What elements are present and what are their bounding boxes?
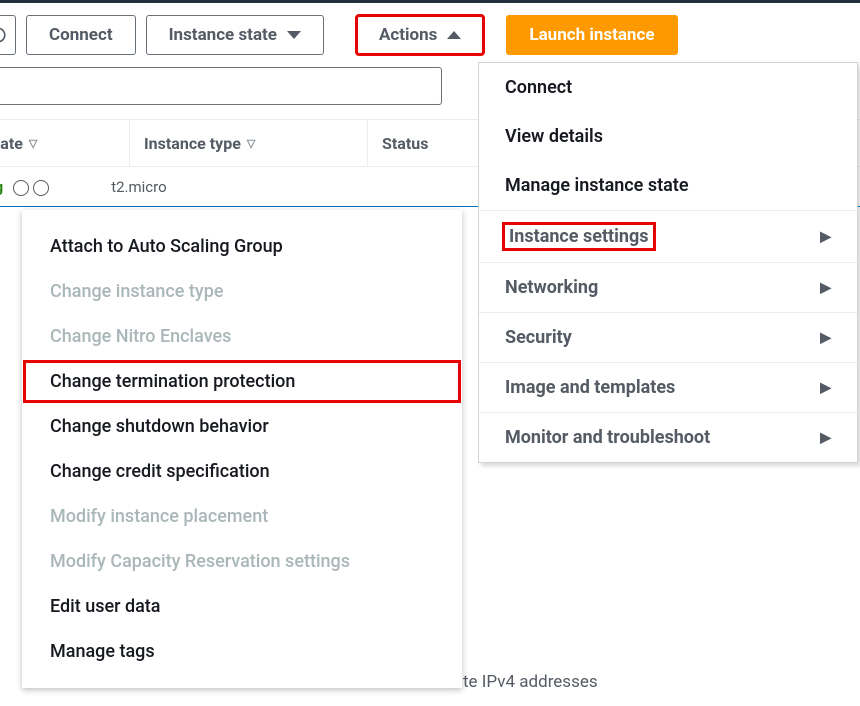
submenu-change-nitro: Change Nitro Enclaves (22, 314, 462, 359)
submenu-shutdown-behavior[interactable]: Change shutdown behavior (22, 404, 462, 449)
sort-icon: ▽ (29, 137, 37, 150)
connect-button[interactable]: Connect (26, 15, 136, 55)
status-circle-icon (33, 180, 49, 196)
menu-security[interactable]: Security▶ (479, 312, 857, 362)
actions-menu: Connect View details Manage instance sta… (478, 62, 858, 463)
col-instance-state[interactable]: e state ▽ (0, 120, 130, 166)
menu-instance-settings[interactable]: Instance settings▶ (479, 210, 857, 262)
toolbar: Connect Instance state Actions Launch in… (0, 3, 860, 67)
menu-view-details[interactable]: View details (479, 112, 857, 161)
submenu-edit-user-data[interactable]: Edit user data (22, 584, 462, 629)
submenu-termination-protection[interactable]: Change termination protection (22, 359, 462, 404)
chevron-right-icon: ▶ (820, 380, 831, 396)
ipv4-label: te IPv4 addresses (463, 672, 598, 692)
refresh-icon (0, 26, 7, 44)
menu-monitor[interactable]: Monitor and troubleshoot▶ (479, 412, 857, 462)
submenu-manage-tags[interactable]: Manage tags (22, 629, 462, 674)
search-input[interactable] (0, 67, 442, 105)
chevron-right-icon: ▶ (820, 430, 831, 446)
chevron-right-icon: ▶ (820, 280, 831, 296)
connect-label: Connect (49, 25, 113, 45)
state-cell: ning (0, 178, 3, 196)
submenu-credit-spec[interactable]: Change credit specification (22, 449, 462, 494)
col-instance-type[interactable]: Instance type ▽ (130, 120, 368, 166)
caret-down-icon (287, 31, 301, 39)
actions-label: Actions (379, 25, 437, 45)
submenu-instance-placement: Modify instance placement (22, 494, 462, 539)
launch-label: Launch instance (529, 25, 654, 45)
instance-settings-submenu: Attach to Auto Scaling Group Change inst… (22, 210, 462, 688)
launch-instances-button[interactable]: Launch instance (506, 15, 677, 55)
submenu-capacity-reservation: Modify Capacity Reservation settings (22, 539, 462, 584)
menu-image-templates[interactable]: Image and templates▶ (479, 362, 857, 412)
submenu-attach-asg[interactable]: Attach to Auto Scaling Group (22, 224, 462, 269)
caret-up-icon (447, 31, 461, 39)
refresh-button[interactable] (0, 15, 16, 55)
menu-networking[interactable]: Networking▶ (479, 262, 857, 312)
chevron-right-icon: ▶ (820, 330, 831, 346)
menu-connect[interactable]: Connect (479, 63, 857, 112)
instance-state-button[interactable]: Instance state (146, 15, 324, 55)
instance-state-label: Instance state (169, 25, 277, 45)
sort-icon: ▽ (247, 137, 255, 150)
type-cell: t2.micro (51, 178, 166, 196)
status-circle-icon (13, 180, 29, 196)
menu-manage-state[interactable]: Manage instance state (479, 161, 857, 210)
actions-button[interactable]: Actions (356, 15, 484, 55)
chevron-right-icon: ▶ (820, 229, 831, 245)
submenu-change-instance-type: Change instance type (22, 269, 462, 314)
